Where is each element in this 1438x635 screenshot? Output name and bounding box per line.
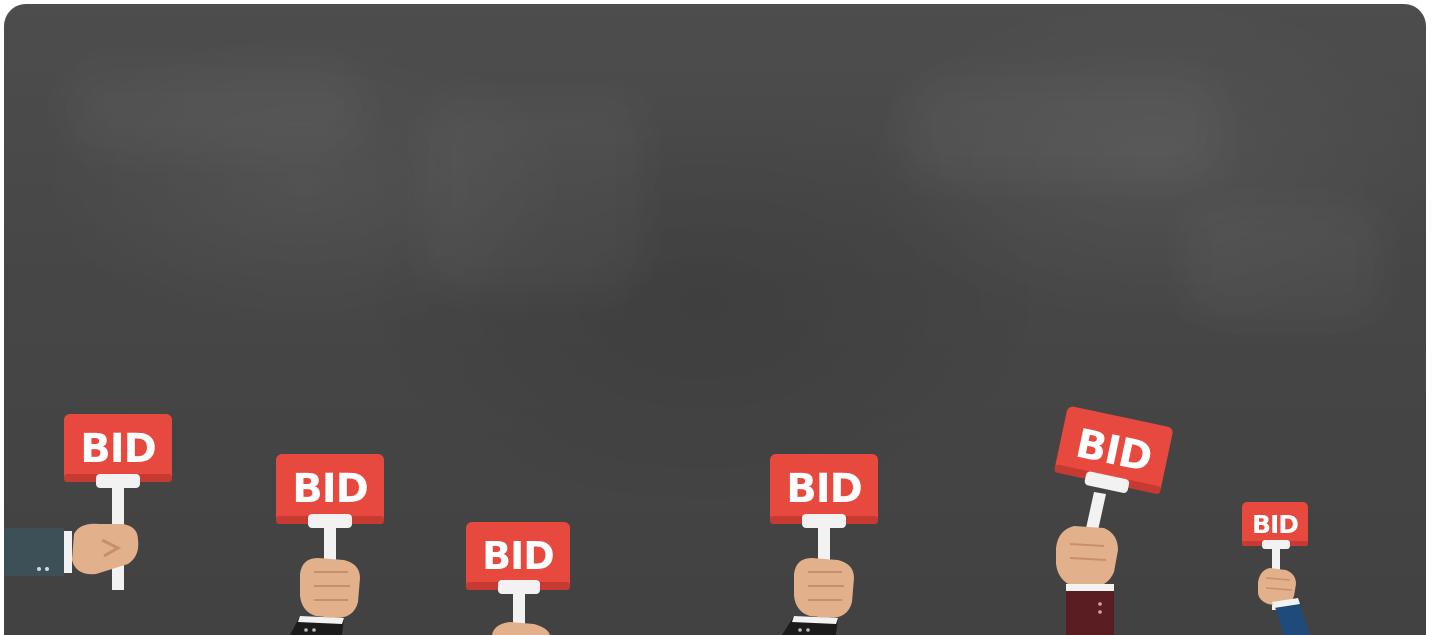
bid-paddle-3: BID <box>466 522 570 635</box>
sign-label: BID <box>80 426 156 472</box>
hand <box>72 523 139 575</box>
paddle-grip-top <box>1262 540 1290 549</box>
bid-paddle-6: BID <box>1242 502 1310 635</box>
hand <box>794 558 854 618</box>
paddle-grip-top <box>96 474 140 488</box>
hand <box>300 558 360 618</box>
paddle-grip-top <box>802 514 846 528</box>
sleeve <box>1066 591 1114 635</box>
shirt-cuff <box>1066 584 1114 592</box>
bid-paddles-scene: BID BID BID BID BID BID <box>4 406 1310 635</box>
sign-label: BID <box>786 466 862 512</box>
sleeve <box>4 528 64 576</box>
bid-paddle-2: BID <box>276 454 384 635</box>
bid-paddle-1: BID <box>4 414 172 590</box>
paddle-grip-top <box>498 580 540 594</box>
auction-illustration: BID BID BID BID BID BID <box>4 4 1426 635</box>
bid-paddle-5: BID <box>1054 406 1173 635</box>
hand <box>1056 526 1118 588</box>
sign-label: BID <box>292 466 368 512</box>
sign-label: BID <box>482 534 554 578</box>
hand <box>492 622 550 635</box>
paddle-grip-top <box>308 514 352 528</box>
sign-label: BID <box>1252 510 1298 539</box>
bid-paddle-4: BID <box>770 454 878 635</box>
